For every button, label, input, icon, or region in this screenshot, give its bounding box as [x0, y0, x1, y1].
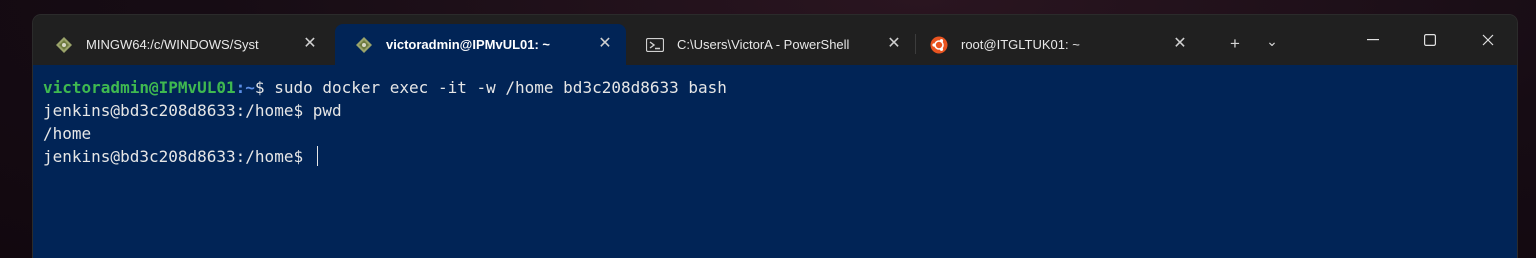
- tab-close-icon[interactable]: ✕: [885, 35, 903, 53]
- tab-label: root@ITGLTUK01: ~: [961, 37, 1080, 52]
- terminal-line-2: jenkins@bd3c208d8633:/home$ pwd: [43, 99, 342, 122]
- command-output: /home: [43, 124, 92, 143]
- terminal-window: MINGW64:/c/WINDOWS/Syst ✕ victoradmin@IP…: [33, 15, 1517, 258]
- command-text: pwd: [312, 101, 342, 120]
- tab-victoradmin[interactable]: victoradmin@IPMvUL01: ~ ✕: [335, 24, 626, 65]
- new-tab-button[interactable]: +: [1225, 35, 1245, 52]
- powershell-icon: [646, 36, 664, 54]
- tab-powershell[interactable]: C:\Users\VictorA - PowerShell ✕: [626, 24, 915, 65]
- tab-close-icon[interactable]: ✕: [596, 35, 614, 53]
- tab-close-icon[interactable]: ✕: [1171, 35, 1189, 53]
- tab-label: C:\Users\VictorA - PowerShell: [677, 37, 850, 52]
- prompt: jenkins@bd3c208d8633:/home$: [43, 147, 313, 166]
- prompt: jenkins@bd3c208d8633:/home$: [43, 101, 313, 120]
- ubuntu-icon: [930, 36, 948, 54]
- prompt-user-host: victoradmin@IPMvUL01: [43, 78, 236, 97]
- tab-mingw64[interactable]: MINGW64:/c/WINDOWS/Syst ✕: [35, 24, 331, 65]
- prompt-path: :~: [235, 78, 255, 97]
- close-window-button[interactable]: [1476, 29, 1500, 51]
- maximize-button[interactable]: [1418, 29, 1442, 51]
- tab-dropdown-chevron-icon[interactable]: ⌄: [1262, 33, 1282, 49]
- git-diamond-icon: [355, 36, 373, 54]
- tab-label: MINGW64:/c/WINDOWS/Syst: [86, 37, 259, 52]
- tab-label: victoradmin@IPMvUL01: ~: [386, 37, 551, 52]
- tab-close-icon[interactable]: ✕: [301, 35, 319, 53]
- tab-ubuntu[interactable]: root@ITGLTUK01: ~ ✕: [910, 24, 1201, 65]
- text-cursor: [316, 146, 318, 166]
- minimize-button[interactable]: [1361, 29, 1385, 51]
- terminal-line-3: /home: [43, 122, 91, 145]
- prompt-symbol: $: [254, 78, 275, 97]
- command-text: sudo docker exec -it -w /home bd3c208d86…: [274, 78, 727, 97]
- terminal-line-1: victoradmin@IPMvUL01:~$ sudo docker exec…: [43, 76, 727, 99]
- terminal-line-4: jenkins@bd3c208d8633:/home$: [43, 145, 318, 168]
- tab-bar: MINGW64:/c/WINDOWS/Syst ✕ victoradmin@IP…: [33, 15, 1517, 65]
- git-diamond-icon: [55, 36, 73, 54]
- terminal-content[interactable]: victoradmin@IPMvUL01:~$ sudo docker exec…: [33, 65, 1517, 258]
